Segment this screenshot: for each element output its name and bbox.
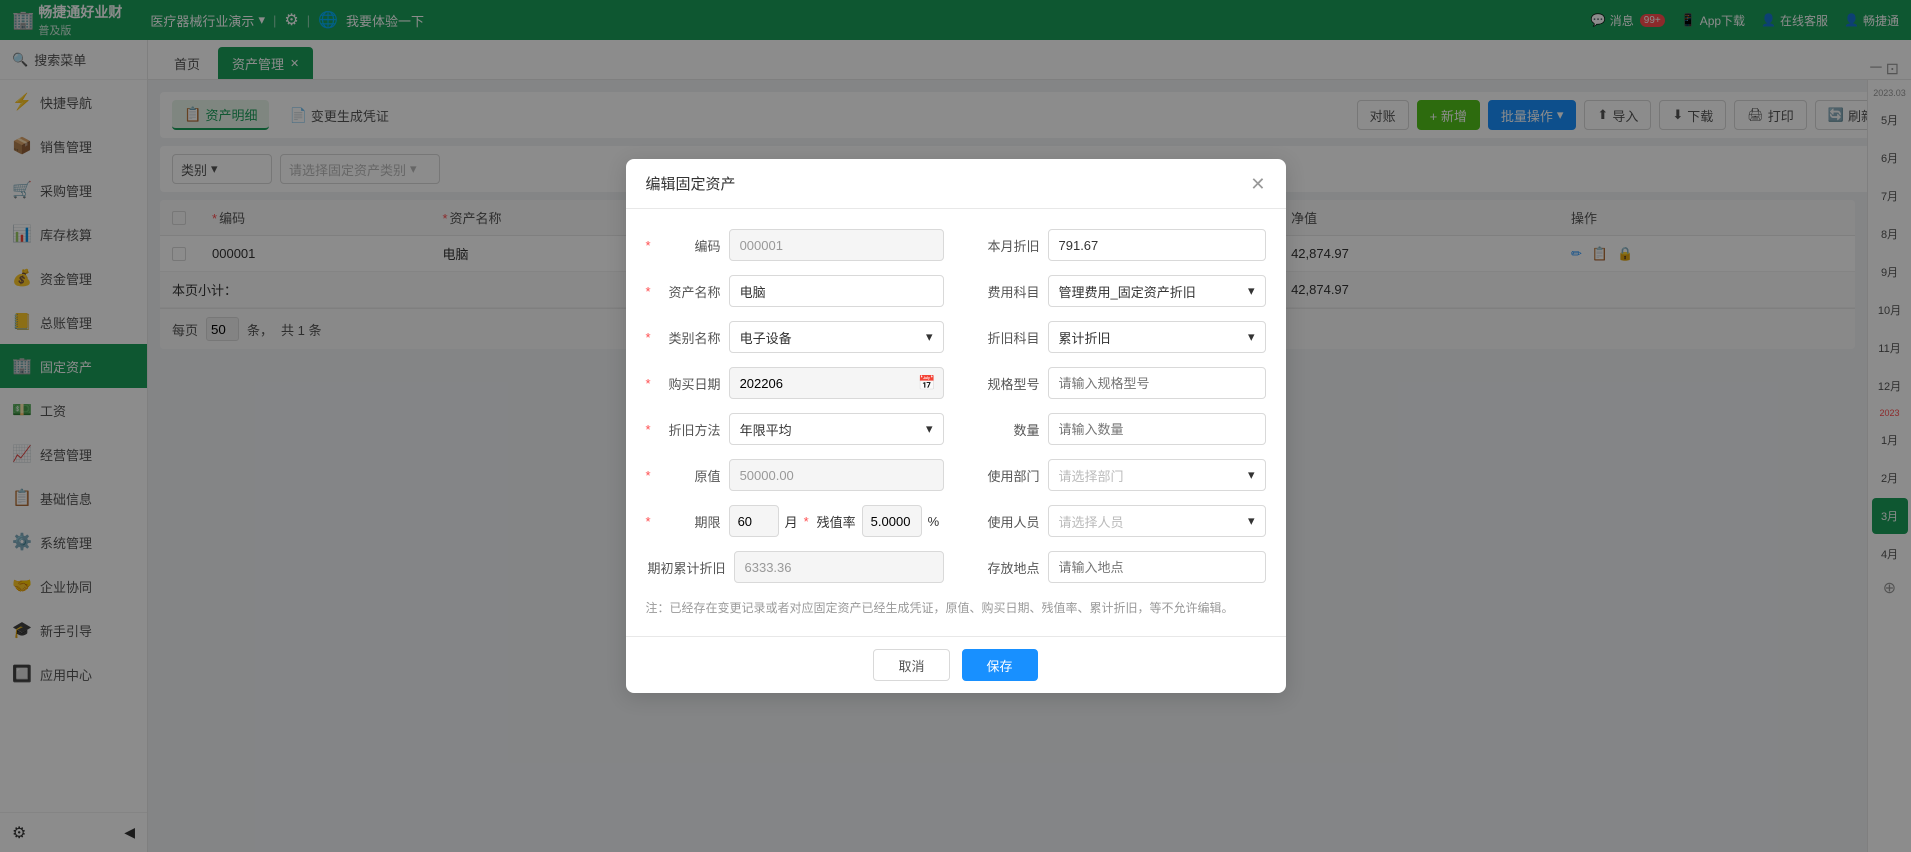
code-input[interactable] [729,229,944,261]
original-value-input[interactable] [729,459,944,491]
original-value-label: 原值 [661,466,721,485]
modal-body: * 编码 * 资产名称 * 类别名称 电子 [626,209,1286,636]
calendar-icon: 📅 [918,375,935,392]
depr-account-label: 折旧科目 [968,328,1040,347]
modal-footer: 取消 保存 [626,636,1286,693]
initial-depr-label: 期初累计折旧 [646,558,726,577]
depr-method-label: 折旧方法 [661,420,721,439]
location-input[interactable] [1048,551,1266,583]
form-row-code: * 编码 [646,229,944,261]
modal-title: 编辑固定资产 [646,173,736,194]
spec-input[interactable] [1048,367,1266,399]
form-row-department: 使用部门 请选择部门 ▾ [968,459,1266,491]
form-row-asset-name: * 资产名称 [646,275,944,307]
form-row-category: * 类别名称 电子设备 ▾ [646,321,944,353]
form-row-location: 存放地点 [968,551,1266,583]
residual-rate-unit: % [928,514,940,529]
form-row-depr-method: * 折旧方法 年限平均 ▾ [646,413,944,445]
user-label: 使用人员 [968,512,1040,531]
residual-rate-input[interactable] [862,505,922,537]
department-select[interactable]: 请选择部门 ▾ [1048,459,1266,491]
category-label: 类别名称 [661,328,721,347]
residual-rate-label: 残值率 [817,512,856,531]
expense-account-label: 费用科目 [968,282,1040,301]
purchase-date-wrap: 📅 [729,367,944,399]
quantity-input[interactable] [1048,413,1266,445]
edit-asset-modal: 编辑固定资产 ✕ * 编码 * 资产名称 [626,159,1286,693]
depr-account-select[interactable]: 累计折旧 ▾ [1048,321,1266,353]
modal-overlay: 编辑固定资产 ✕ * 编码 * 资产名称 [0,0,1911,852]
user-select[interactable]: 请选择人员 ▾ [1048,505,1266,537]
form-row-purchase-date: * 购买日期 📅 [646,367,944,399]
form-row-expense-account: 费用科目 管理费用_固定资产折旧 ▾ [968,275,1266,307]
cancel-btn[interactable]: 取消 [873,649,949,681]
quantity-label: 数量 [968,420,1040,439]
form-row-depr-account: 折旧科目 累计折旧 ▾ [968,321,1266,353]
monthly-depr-input[interactable] [1048,229,1266,261]
form-row-original-value: * 原值 [646,459,944,491]
purchase-date-input[interactable] [729,367,944,399]
asset-name-input[interactable] [729,275,944,307]
code-label: 编码 [661,236,721,255]
period-row: 月 * 残值率 % [729,505,944,537]
location-label: 存放地点 [968,558,1040,577]
period-label: 期限 [661,512,721,531]
spec-label: 规格型号 [968,374,1040,393]
modal-header: 编辑固定资产 ✕ [626,159,1286,209]
modal-note: 注：已经存在变更记录或者对应固定资产已经生成凭证，原值、购买日期、残值率、累计折… [646,599,1266,616]
form-row-spec: 规格型号 [968,367,1266,399]
save-btn[interactable]: 保存 [962,649,1038,681]
category-select[interactable]: 电子设备 ▾ [729,321,944,353]
monthly-depr-label: 本月折旧 [968,236,1040,255]
period-input[interactable] [729,505,779,537]
form-row-user: 使用人员 请选择人员 ▾ [968,505,1266,537]
expense-account-select[interactable]: 管理费用_固定资产折旧 ▾ [1048,275,1266,307]
depr-method-select[interactable]: 年限平均 ▾ [729,413,944,445]
form-row-initial-depr: 期初累计折旧 [646,551,944,583]
form-row-period: * 期限 月 * 残值率 % [646,505,944,537]
purchase-date-label: 购买日期 [661,374,721,393]
initial-depr-input[interactable] [734,551,944,583]
modal-close-btn[interactable]: ✕ [1250,175,1265,193]
department-label: 使用部门 [968,466,1040,485]
asset-name-label: 资产名称 [661,282,721,301]
form-row-monthly-depr: 本月折旧 [968,229,1266,261]
form-row-quantity: 数量 [968,413,1266,445]
period-unit: 月 [785,512,798,531]
